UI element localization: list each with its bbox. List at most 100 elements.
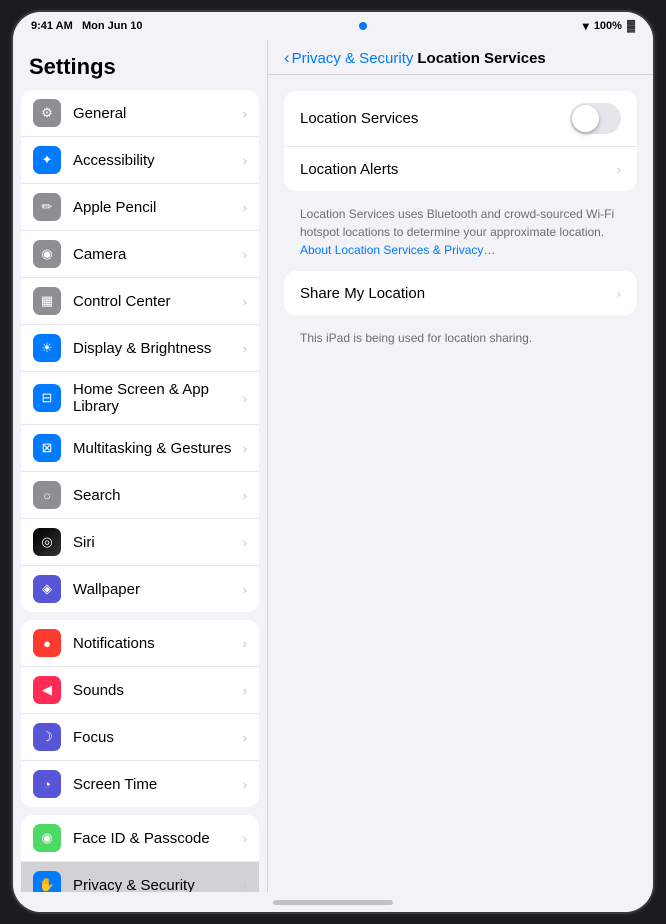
multitasking-chevron: › xyxy=(243,441,247,456)
location-alerts-label: Location Alerts xyxy=(300,161,617,178)
sidebar-item-accessibility[interactable]: ✦ Accessibility› xyxy=(21,137,259,184)
sidebar-item-face-id[interactable]: ◉Face ID & Passcode› xyxy=(21,815,259,862)
location-alerts-chevron: › xyxy=(617,162,621,177)
main-content: Settings ⚙General›✦Accessibility›✏Apple … xyxy=(13,40,653,892)
search-chevron: › xyxy=(243,488,247,503)
accessibility-icon: ✦ xyxy=(33,146,61,174)
location-privacy-link[interactable]: About Location Services & Privacy… xyxy=(300,243,495,257)
display-brightness-icon: ☀ xyxy=(33,334,61,362)
sidebar-group-1: ●Notifications›◀Sounds›☽Focus›◔Screen Ti… xyxy=(21,620,259,807)
sidebar-title: Settings xyxy=(13,40,267,90)
nav-back-label: Privacy & Security xyxy=(292,50,414,67)
focus-icon: ☽ xyxy=(33,723,61,751)
nav-bar: ‹ Privacy & Security Location Services xyxy=(268,40,653,75)
screen-time-label: Screen Time xyxy=(73,776,243,793)
sidebar-item-general[interactable]: ⚙ General› xyxy=(21,90,259,137)
search-icon: ○ xyxy=(33,481,61,509)
sidebar-group-0: ⚙General›✦Accessibility›✏Apple Pencil›◉C… xyxy=(21,90,259,612)
sidebar-item-multitasking[interactable]: ⊠Multitasking & Gestures› xyxy=(21,425,259,472)
share-my-location-chevron: › xyxy=(617,286,621,301)
sidebar-item-home-screen[interactable]: ⊟ Home Screen & App Library› xyxy=(21,372,259,425)
siri-chevron: › xyxy=(243,535,247,550)
sidebar-item-sounds[interactable]: ◀Sounds› xyxy=(21,667,259,714)
toggle-knob xyxy=(572,105,599,132)
sidebar-item-display-brightness[interactable]: ☀Display & Brightness› xyxy=(21,325,259,372)
detail-content: Location Services Location Alerts › Loca… xyxy=(268,75,653,375)
search-label: Search xyxy=(73,487,243,504)
nav-back-button[interactable]: ‹ Privacy & Security xyxy=(284,48,413,68)
battery-icon: ▓ xyxy=(627,20,635,32)
status-time: 9:41 AM Mon Jun 10 xyxy=(31,20,142,32)
nav-title: Location Services xyxy=(417,50,545,67)
accessibility-label: Accessibility xyxy=(73,152,243,169)
location-services-row[interactable]: Location Services xyxy=(284,91,637,147)
location-description: Location Services uses Bluetooth and cro… xyxy=(284,199,637,271)
status-bar: 9:41 AM Mon Jun 10 ▾ 100% ▓ xyxy=(13,12,653,40)
general-chevron: › xyxy=(243,106,247,121)
sidebar: Settings ⚙General›✦Accessibility›✏Apple … xyxy=(13,40,268,892)
notifications-chevron: › xyxy=(243,636,247,651)
share-my-location-row[interactable]: Share My Location › xyxy=(284,271,637,315)
display-brightness-label: Display & Brightness xyxy=(73,340,243,357)
camera-icon: ◉ xyxy=(33,240,61,268)
siri-label: Siri xyxy=(73,534,243,551)
back-arrow-icon: ‹ xyxy=(284,48,290,68)
sidebar-item-search[interactable]: ○ Search› xyxy=(21,472,259,519)
camera-label: Camera xyxy=(73,246,243,263)
notifications-label: Notifications xyxy=(73,635,243,652)
location-alerts-row[interactable]: Location Alerts › xyxy=(284,147,637,191)
accessibility-chevron: › xyxy=(243,153,247,168)
control-center-icon: ▦ xyxy=(33,287,61,315)
home-screen-label: Home Screen & App Library xyxy=(73,381,243,415)
battery-label: 100% xyxy=(594,20,622,32)
location-services-toggle[interactable] xyxy=(570,103,621,134)
location-services-label: Location Services xyxy=(300,110,570,127)
sidebar-item-screen-time[interactable]: ◔Screen Time› xyxy=(21,761,259,807)
privacy-security-chevron: › xyxy=(243,878,247,893)
general-icon: ⚙ xyxy=(33,99,61,127)
sidebar-item-apple-pencil[interactable]: ✏ Apple Pencil› xyxy=(21,184,259,231)
wallpaper-chevron: › xyxy=(243,582,247,597)
privacy-security-icon: ✋ xyxy=(33,871,61,892)
sidebar-item-camera[interactable]: ◉ Camera› xyxy=(21,231,259,278)
location-group: Location Services Location Alerts › xyxy=(284,91,637,191)
control-center-chevron: › xyxy=(243,294,247,309)
wifi-icon: ▾ xyxy=(583,19,589,33)
siri-icon: ◎ xyxy=(33,528,61,556)
share-location-description: This iPad is being used for location sha… xyxy=(284,323,637,359)
notifications-icon: ● xyxy=(33,629,61,657)
share-my-location-label: Share My Location xyxy=(300,285,617,302)
privacy-security-label: Privacy & Security xyxy=(73,877,243,893)
apple-pencil-icon: ✏ xyxy=(33,193,61,221)
home-bar xyxy=(273,900,393,905)
time: 9:41 AM xyxy=(31,20,73,32)
focus-chevron: › xyxy=(243,730,247,745)
focus-label: Focus xyxy=(73,729,243,746)
multitasking-label: Multitasking & Gestures xyxy=(73,440,243,457)
ipad-frame: 9:41 AM Mon Jun 10 ▾ 100% ▓ Settings ⚙ Ge… xyxy=(13,12,653,912)
home-screen-chevron: › xyxy=(243,391,247,406)
camera-dot xyxy=(359,22,367,30)
control-center-label: Control Center xyxy=(73,293,243,310)
sidebar-group-2: ◉Face ID & Passcode›✋Privacy & Security› xyxy=(21,815,259,892)
sidebar-item-control-center[interactable]: ▦ Control Center› xyxy=(21,278,259,325)
sidebar-item-notifications[interactable]: ● Notifications› xyxy=(21,620,259,667)
apple-pencil-chevron: › xyxy=(243,200,247,215)
sidebar-item-wallpaper[interactable]: ◈ Wallpaper› xyxy=(21,566,259,612)
sidebar-item-focus[interactable]: ☽ Focus› xyxy=(21,714,259,761)
camera-chevron: › xyxy=(243,247,247,262)
wallpaper-label: Wallpaper xyxy=(73,581,243,598)
date: Mon Jun 10 xyxy=(82,20,143,32)
general-label: General xyxy=(73,105,243,122)
apple-pencil-label: Apple Pencil xyxy=(73,199,243,216)
screen-time-icon: ◔ xyxy=(33,770,61,798)
sounds-icon: ◀ xyxy=(33,676,61,704)
right-panel: ‹ Privacy & Security Location Services L… xyxy=(268,40,653,892)
face-id-chevron: › xyxy=(243,831,247,846)
home-screen-icon: ⊟ xyxy=(33,384,61,412)
sidebar-item-siri[interactable]: ◎ Siri› xyxy=(21,519,259,566)
sounds-chevron: › xyxy=(243,683,247,698)
sidebar-item-privacy-security[interactable]: ✋ Privacy & Security› xyxy=(21,862,259,892)
face-id-icon: ◉ xyxy=(33,824,61,852)
wallpaper-icon: ◈ xyxy=(33,575,61,603)
